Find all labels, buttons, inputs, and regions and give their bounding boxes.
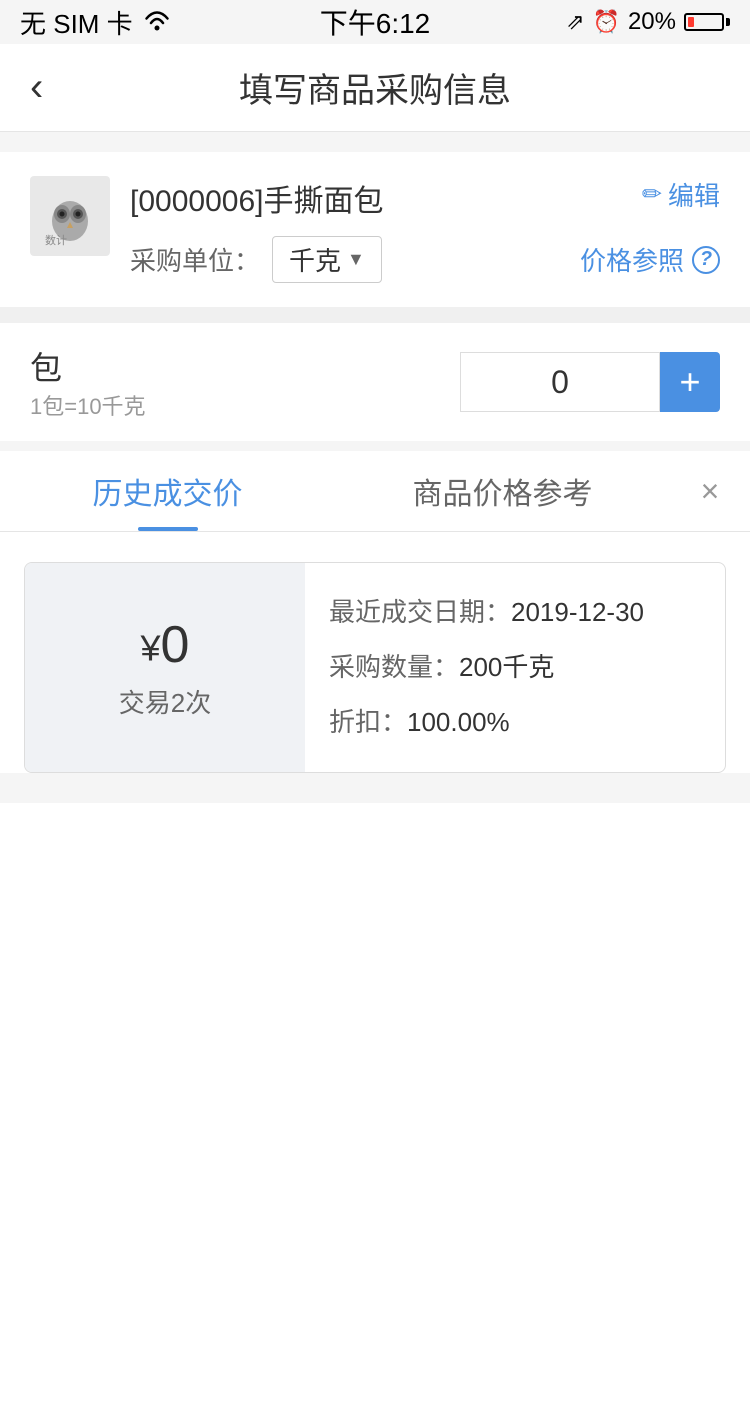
unit-label: 采购单位： — [130, 241, 260, 278]
panel-close-button[interactable]: × — [670, 451, 750, 531]
product-card: 数计 [0000006]手撕面包 采购单位： 千克 ▼ ✏ 编辑 — [0, 152, 750, 307]
status-right: ⇗ ⏰ 20% — [566, 8, 730, 36]
purchase-qty-value: 200千克 — [459, 652, 554, 682]
price-value: 0 — [161, 616, 190, 674]
price-ref-button[interactable]: 价格参照 — [580, 241, 684, 278]
quantity-value: 0 — [551, 364, 569, 401]
quantity-input[interactable]: 0 — [460, 352, 660, 412]
quantity-plus-button[interactable]: + — [660, 352, 720, 412]
alarm-icon: ⏰ — [593, 9, 620, 35]
purchase-qty-label: 采购数量： — [329, 652, 459, 682]
product-name: [0000006]手撕面包 — [130, 176, 383, 220]
status-left: 无 SIM 卡 — [20, 4, 171, 41]
product-thumbnail: 数计 — [30, 176, 110, 256]
product-unit-row: 采购单位： 千克 ▼ — [130, 236, 383, 283]
tabs-row: 历史成交价 商品价格参考 × — [0, 451, 750, 532]
bottom-panel: 历史成交价 商品价格参考 × ¥0 交易2次 最近成交日期：2019-12-30… — [0, 451, 750, 773]
battery-percent: 20% — [628, 8, 676, 36]
status-bar: 无 SIM 卡 下午6:12 ⇗ ⏰ 20% — [0, 0, 750, 44]
currency-symbol: ¥ — [141, 627, 161, 668]
price-card: ¥0 交易2次 最近成交日期：2019-12-30 采购数量：200千克 折扣：… — [24, 562, 726, 773]
quantity-unit: 包 — [30, 343, 146, 389]
edit-label: 编辑 — [668, 176, 720, 213]
price-card-right: 最近成交日期：2019-12-30 采购数量：200千克 折扣：100.00% — [305, 563, 725, 772]
discount-value: 100.00% — [407, 707, 510, 737]
battery-icon — [684, 13, 730, 31]
tab-price-reference[interactable]: 商品价格参考 — [335, 451, 670, 531]
nav-bar: ‹ 填写商品采购信息 — [0, 44, 750, 132]
price-amount: ¥0 — [141, 615, 190, 675]
sim-label: 无 SIM 卡 — [20, 4, 133, 41]
empty-content-area — [0, 803, 750, 1403]
purchase-qty-row: 采购数量：200千克 — [329, 648, 701, 687]
page-title: 填写商品采购信息 — [239, 63, 511, 112]
quantity-conversion: 1包=10千克 — [30, 389, 146, 421]
tab-history-price[interactable]: 历史成交价 — [0, 451, 335, 531]
product-header: 数计 [0000006]手撕面包 采购单位： 千克 ▼ ✏ 编辑 — [30, 176, 720, 283]
price-ref-help-icon[interactable]: ? — [692, 246, 720, 274]
edit-icon: ✏ — [642, 180, 662, 209]
edit-button[interactable]: ✏ 编辑 — [642, 176, 720, 213]
back-button[interactable]: ‹ — [30, 65, 90, 110]
wifi-icon — [143, 7, 171, 38]
plus-icon: + — [679, 361, 700, 403]
price-ref-row: 价格参照 ? — [580, 241, 720, 278]
discount-row: 折扣：100.00% — [329, 703, 701, 742]
recent-date-label: 最近成交日期： — [329, 597, 511, 627]
unit-dropdown-icon: ▼ — [347, 249, 365, 270]
recent-date-row: 最近成交日期：2019-12-30 — [329, 593, 701, 632]
quantity-label-group: 包 1包=10千克 — [30, 343, 146, 421]
product-left: 数计 [0000006]手撕面包 采购单位： 千克 ▼ — [30, 176, 383, 283]
location-icon: ⇗ — [566, 9, 584, 35]
tab-active-indicator — [138, 527, 198, 531]
transaction-count: 交易2次 — [119, 683, 211, 720]
product-logo: 数计 — [40, 186, 100, 246]
price-card-left: ¥0 交易2次 — [25, 563, 305, 772]
tab-price-ref-label: 商品价格参考 — [413, 469, 593, 513]
quantity-input-group: 0 + — [460, 352, 720, 412]
discount-label: 折扣： — [329, 707, 407, 737]
svg-text:数计: 数计 — [45, 234, 67, 246]
product-info: [0000006]手撕面包 采购单位： 千克 ▼ — [130, 176, 383, 283]
quantity-row: 包 1包=10千克 0 + — [0, 323, 750, 441]
recent-date-value: 2019-12-30 — [511, 597, 644, 627]
unit-value: 千克 — [289, 241, 341, 278]
section-divider — [0, 307, 750, 323]
status-time: 下午6:12 — [320, 2, 431, 42]
tab-history-label: 历史成交价 — [93, 469, 243, 513]
unit-select[interactable]: 千克 ▼ — [272, 236, 382, 283]
close-icon: × — [701, 473, 720, 510]
